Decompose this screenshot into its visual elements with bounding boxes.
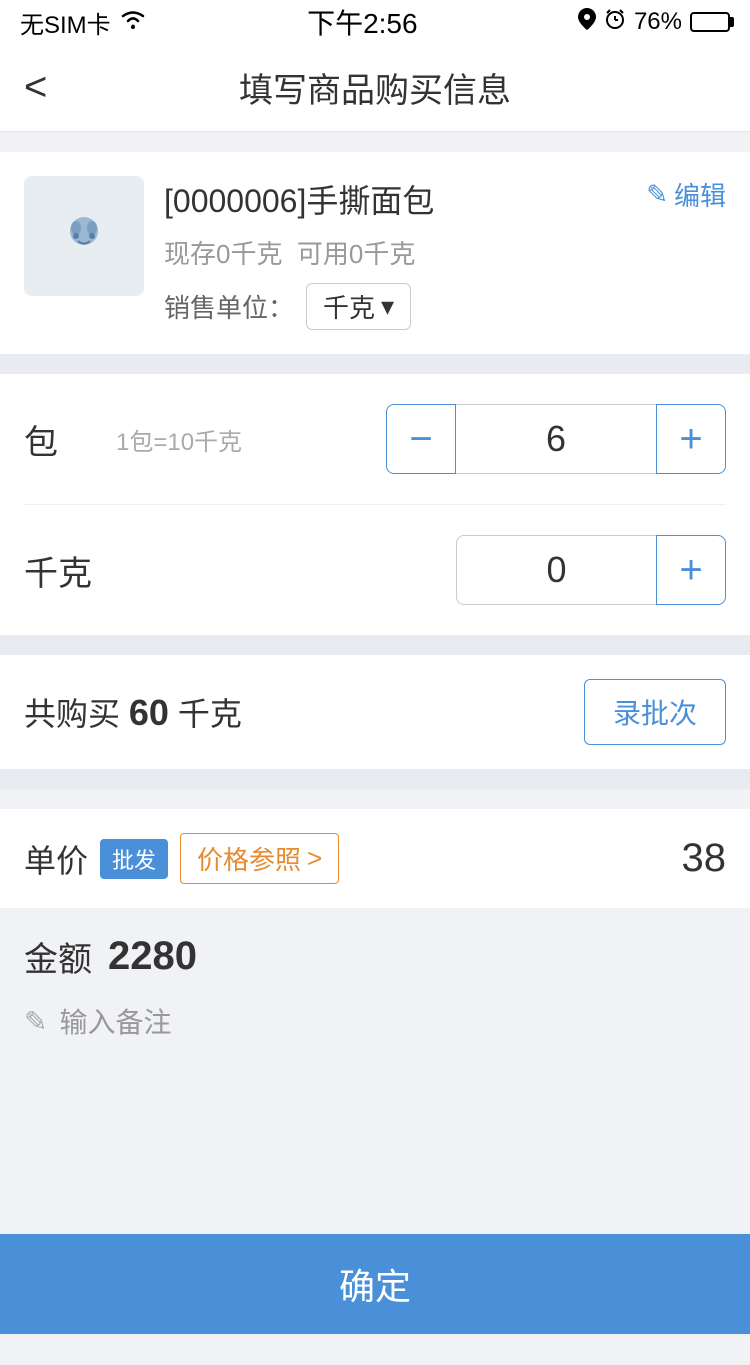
price-ref-button[interactable]: 价格参照 > [180,833,339,884]
edit-button[interactable]: ✎ 编辑 [646,176,726,213]
confirm-button[interactable]: 确定 [0,1234,750,1334]
page-title: 填写商品购买信息 [239,63,511,112]
price-section: 单价 批发 价格参照 > 38 [0,809,750,908]
product-unit-row: 销售单位： 千克 ▾ [164,283,726,330]
status-time: 下午2:56 [307,2,418,42]
status-right: 76% [578,8,730,37]
status-left: 无SIM卡 [20,5,147,40]
price-left: 单价 批发 价格参照 > [24,833,339,884]
product-name: [0000006]手撕面包 [164,176,726,222]
bao-plus-button[interactable]: + [656,404,726,474]
qianke-row: 千克 + [24,505,726,635]
nav-bar: < 填写商品购买信息 [0,44,750,132]
note-label: 输入备注 [59,1001,171,1041]
section-divider-1 [0,354,750,374]
note-row[interactable]: ✎ 输入备注 [24,1001,726,1041]
product-stock: 现存0千克 可用0千克 [164,234,726,271]
back-button[interactable]: < [24,65,47,110]
total-amount: 60 [129,692,169,733]
price-row: 单价 批发 价格参照 > 38 [24,833,726,884]
amount-value: 2280 [108,934,197,979]
batch-button[interactable]: 录批次 [584,679,726,745]
chevron-right-icon: > [307,843,322,874]
chevron-down-icon: ▾ [381,291,394,322]
total-section: 共购买 60 千克 录批次 [0,655,750,769]
qianke-label: 千克 [24,546,104,595]
amount-row: 金额 2280 [24,932,726,981]
qianke-input[interactable] [456,535,656,605]
bao-input[interactable] [456,404,656,474]
battery-icon [690,12,730,32]
amount-section: 金额 2280 ✎ 输入备注 [0,908,750,1065]
bao-row: 包 1包=10千克 − + [24,374,726,505]
wholesale-tag: 批发 [100,839,168,879]
alarm-icon [604,8,626,37]
pencil-icon: ✎ [24,1005,47,1038]
price-label: 单价 [24,836,88,882]
location-icon [578,8,596,37]
bao-label: 包 [24,415,104,464]
bao-minus-button[interactable]: − [386,404,456,474]
status-bar: 无SIM卡 下午2:56 76% [0,0,750,44]
product-info: [0000006]手撕面包 现存0千克 可用0千克 销售单位： 千克 ▾ [164,176,726,330]
amount-label: 金额 [24,932,92,981]
bao-hint: 1包=10千克 [116,422,386,457]
carrier-text: 无SIM卡 [20,5,111,40]
quantity-section: 包 1包=10千克 − + 千克 + [0,374,750,635]
battery-percent: 76% [634,8,682,36]
bao-controls: − + [386,404,726,474]
section-divider-2 [0,635,750,655]
total-text: 共购买 60 千克 [24,689,242,735]
product-image [24,176,144,296]
qianke-plus-button[interactable]: + [656,535,726,605]
product-card: [0000006]手撕面包 现存0千克 可用0千克 销售单位： 千克 ▾ ✎ 编… [0,152,750,354]
unit-select[interactable]: 千克 ▾ [306,283,411,330]
qianke-controls: + [456,535,726,605]
section-divider-3 [0,769,750,789]
wifi-icon [119,8,147,37]
price-value: 38 [682,836,727,881]
edit-icon: ✎ [646,179,668,210]
